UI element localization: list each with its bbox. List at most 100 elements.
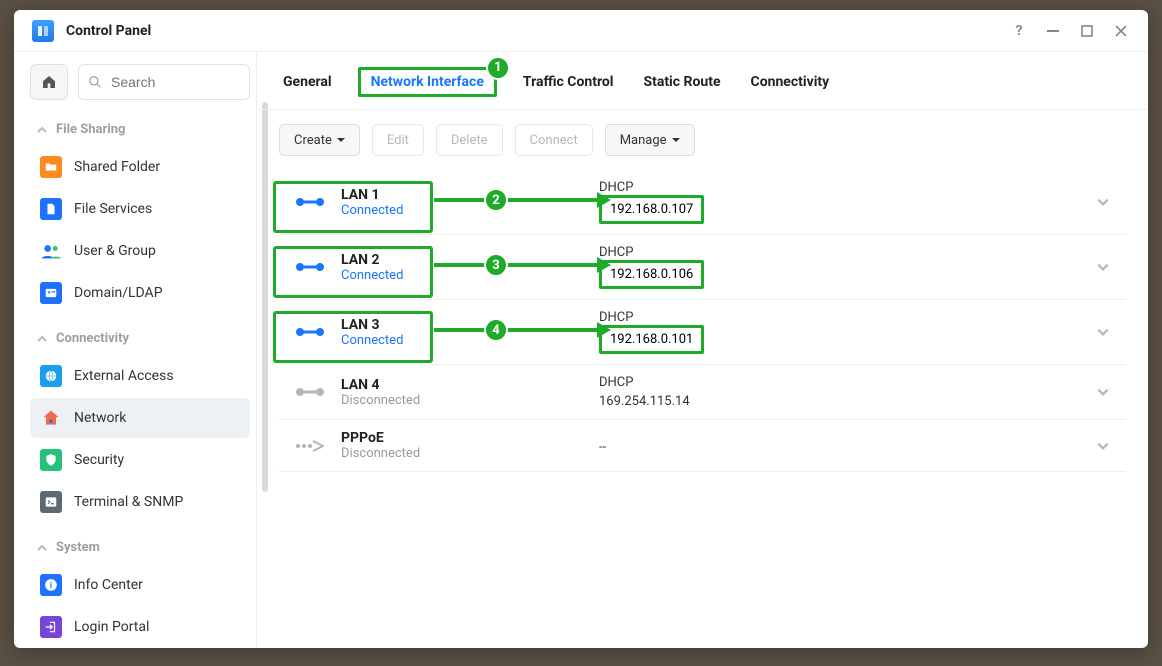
- file-icon: [40, 198, 62, 220]
- delete-button[interactable]: Delete: [436, 124, 503, 156]
- sidebar-item-network[interactable]: Network: [30, 398, 250, 438]
- interface-row-pppoe[interactable]: PPPoE Disconnected --: [279, 420, 1126, 472]
- sidebar-item-external-access[interactable]: External Access: [30, 356, 250, 396]
- info-icon: i: [40, 574, 62, 596]
- interface-ip: 192.168.0.107: [599, 195, 704, 224]
- sidebar-item-login-portal[interactable]: Login Portal: [30, 607, 250, 647]
- interface-mode: DHCP: [599, 180, 869, 195]
- sidebar-item-file-services[interactable]: File Services: [30, 189, 250, 229]
- tab-connectivity[interactable]: Connectivity: [747, 68, 834, 96]
- sidebar: File Sharing Shared Folder File Services…: [14, 52, 256, 648]
- ethernet-icon: [279, 385, 341, 399]
- expand-button[interactable]: [1090, 189, 1116, 215]
- manage-button[interactable]: Manage: [605, 124, 695, 156]
- folder-icon: [40, 156, 62, 178]
- chevron-down-icon: [1096, 195, 1110, 209]
- chevron-up-icon: [36, 333, 48, 345]
- annotation-badge-1: 1: [486, 56, 510, 80]
- interface-row-lan3[interactable]: LAN 3 Connected 4 DHCP 192.168.0.101: [279, 300, 1126, 365]
- interface-list: LAN 1 Connected 2 DHCP 192.168.0.107: [257, 170, 1148, 648]
- sidebar-item-label: User & Group: [74, 243, 156, 259]
- chevron-down-icon: [1096, 260, 1110, 274]
- section-file-sharing[interactable]: File Sharing: [30, 114, 250, 145]
- sidebar-scrollbar[interactable]: [262, 102, 268, 492]
- terminal-icon: [40, 491, 62, 513]
- ethernet-icon: [279, 325, 341, 339]
- connect-button[interactable]: Connect: [515, 124, 593, 156]
- chevron-up-icon: [36, 124, 48, 136]
- control-panel-window: Control Panel ?: [14, 10, 1148, 648]
- section-system[interactable]: System: [30, 532, 250, 563]
- ethernet-icon: [279, 260, 341, 274]
- sidebar-item-label: Security: [74, 452, 124, 468]
- sidebar-item-info-center[interactable]: i Info Center: [30, 565, 250, 605]
- sidebar-item-label: External Access: [74, 368, 174, 384]
- tab-static-route[interactable]: Static Route: [639, 68, 724, 96]
- maximize-button[interactable]: [1070, 16, 1104, 46]
- window-title: Control Panel: [66, 23, 151, 39]
- sidebar-item-security[interactable]: Security: [30, 440, 250, 480]
- pppoe-icon: [279, 438, 341, 454]
- toolbar: Create Edit Delete Connect Manage: [257, 110, 1148, 170]
- create-button[interactable]: Create: [279, 124, 360, 156]
- interface-name: PPPoE: [341, 430, 420, 446]
- sidebar-item-label: Terminal & SNMP: [74, 494, 183, 510]
- home-button[interactable]: [30, 64, 68, 100]
- network-icon: [40, 407, 62, 429]
- globe-icon: [40, 365, 62, 387]
- interface-name: LAN 2: [341, 252, 403, 268]
- expand-button[interactable]: [1090, 319, 1116, 345]
- interface-name: LAN 1: [341, 187, 403, 203]
- interface-mode: DHCP: [599, 310, 869, 325]
- annotation-badge-2: 2: [484, 188, 508, 212]
- expand-button[interactable]: [1090, 379, 1116, 405]
- home-icon: [41, 74, 57, 90]
- search-icon: [88, 75, 102, 89]
- interface-name: LAN 4: [341, 377, 420, 393]
- expand-button[interactable]: [1090, 254, 1116, 280]
- app-icon: [32, 20, 54, 42]
- titlebar: Control Panel ?: [14, 10, 1148, 52]
- sidebar-item-terminal-snmp[interactable]: Terminal & SNMP: [30, 482, 250, 522]
- sidebar-item-shared-folder[interactable]: Shared Folder: [30, 147, 250, 187]
- interface-ip: 192.168.0.106: [599, 260, 704, 289]
- interface-row-lan4[interactable]: LAN 4 Disconnected DHCP 169.254.115.14: [279, 365, 1126, 420]
- users-icon: [40, 240, 62, 262]
- interface-mode: DHCP: [599, 375, 869, 390]
- chevron-down-icon: [1096, 439, 1110, 453]
- edit-button[interactable]: Edit: [372, 124, 424, 156]
- sidebar-item-label: Domain/LDAP: [74, 285, 163, 301]
- interface-ip: --: [599, 440, 869, 455]
- interface-row-lan2[interactable]: LAN 2 Connected 3 DHCP 192.168.0.106: [279, 235, 1126, 300]
- interface-status: Connected: [341, 268, 403, 283]
- tab-general[interactable]: General: [279, 68, 336, 96]
- expand-button[interactable]: [1090, 433, 1116, 459]
- interface-ip: 169.254.115.14: [599, 394, 869, 409]
- sidebar-item-user-group[interactable]: User & Group: [30, 231, 250, 271]
- svg-text:i: i: [50, 580, 52, 590]
- tab-network-interface[interactable]: Network Interface 1: [358, 67, 497, 97]
- chevron-up-icon: [36, 542, 48, 554]
- chevron-down-icon: [1096, 385, 1110, 399]
- interface-mode: DHCP: [599, 245, 869, 260]
- sidebar-item-label: Info Center: [74, 577, 143, 593]
- section-connectivity[interactable]: Connectivity: [30, 323, 250, 354]
- help-button[interactable]: ?: [1002, 16, 1036, 46]
- shield-icon: [40, 449, 62, 471]
- close-button[interactable]: [1104, 16, 1138, 46]
- id-card-icon: [40, 282, 62, 304]
- interface-status: Disconnected: [341, 446, 420, 461]
- sidebar-item-domain-ldap[interactable]: Domain/LDAP: [30, 273, 250, 313]
- login-icon: [40, 616, 62, 638]
- minimize-button[interactable]: [1036, 16, 1070, 46]
- tab-traffic-control[interactable]: Traffic Control: [519, 68, 618, 96]
- main-panel: General Network Interface 1 Traffic Cont…: [256, 52, 1148, 648]
- interface-status: Connected: [341, 203, 403, 218]
- interface-row-lan1[interactable]: LAN 1 Connected 2 DHCP 192.168.0.107: [279, 170, 1126, 235]
- interface-name: LAN 3: [341, 317, 403, 333]
- annotation-badge-4: 4: [484, 318, 508, 342]
- ethernet-icon: [279, 195, 341, 209]
- search-input[interactable]: [78, 64, 250, 100]
- interface-ip: 192.168.0.101: [599, 325, 704, 354]
- annotation-badge-3: 3: [484, 253, 508, 277]
